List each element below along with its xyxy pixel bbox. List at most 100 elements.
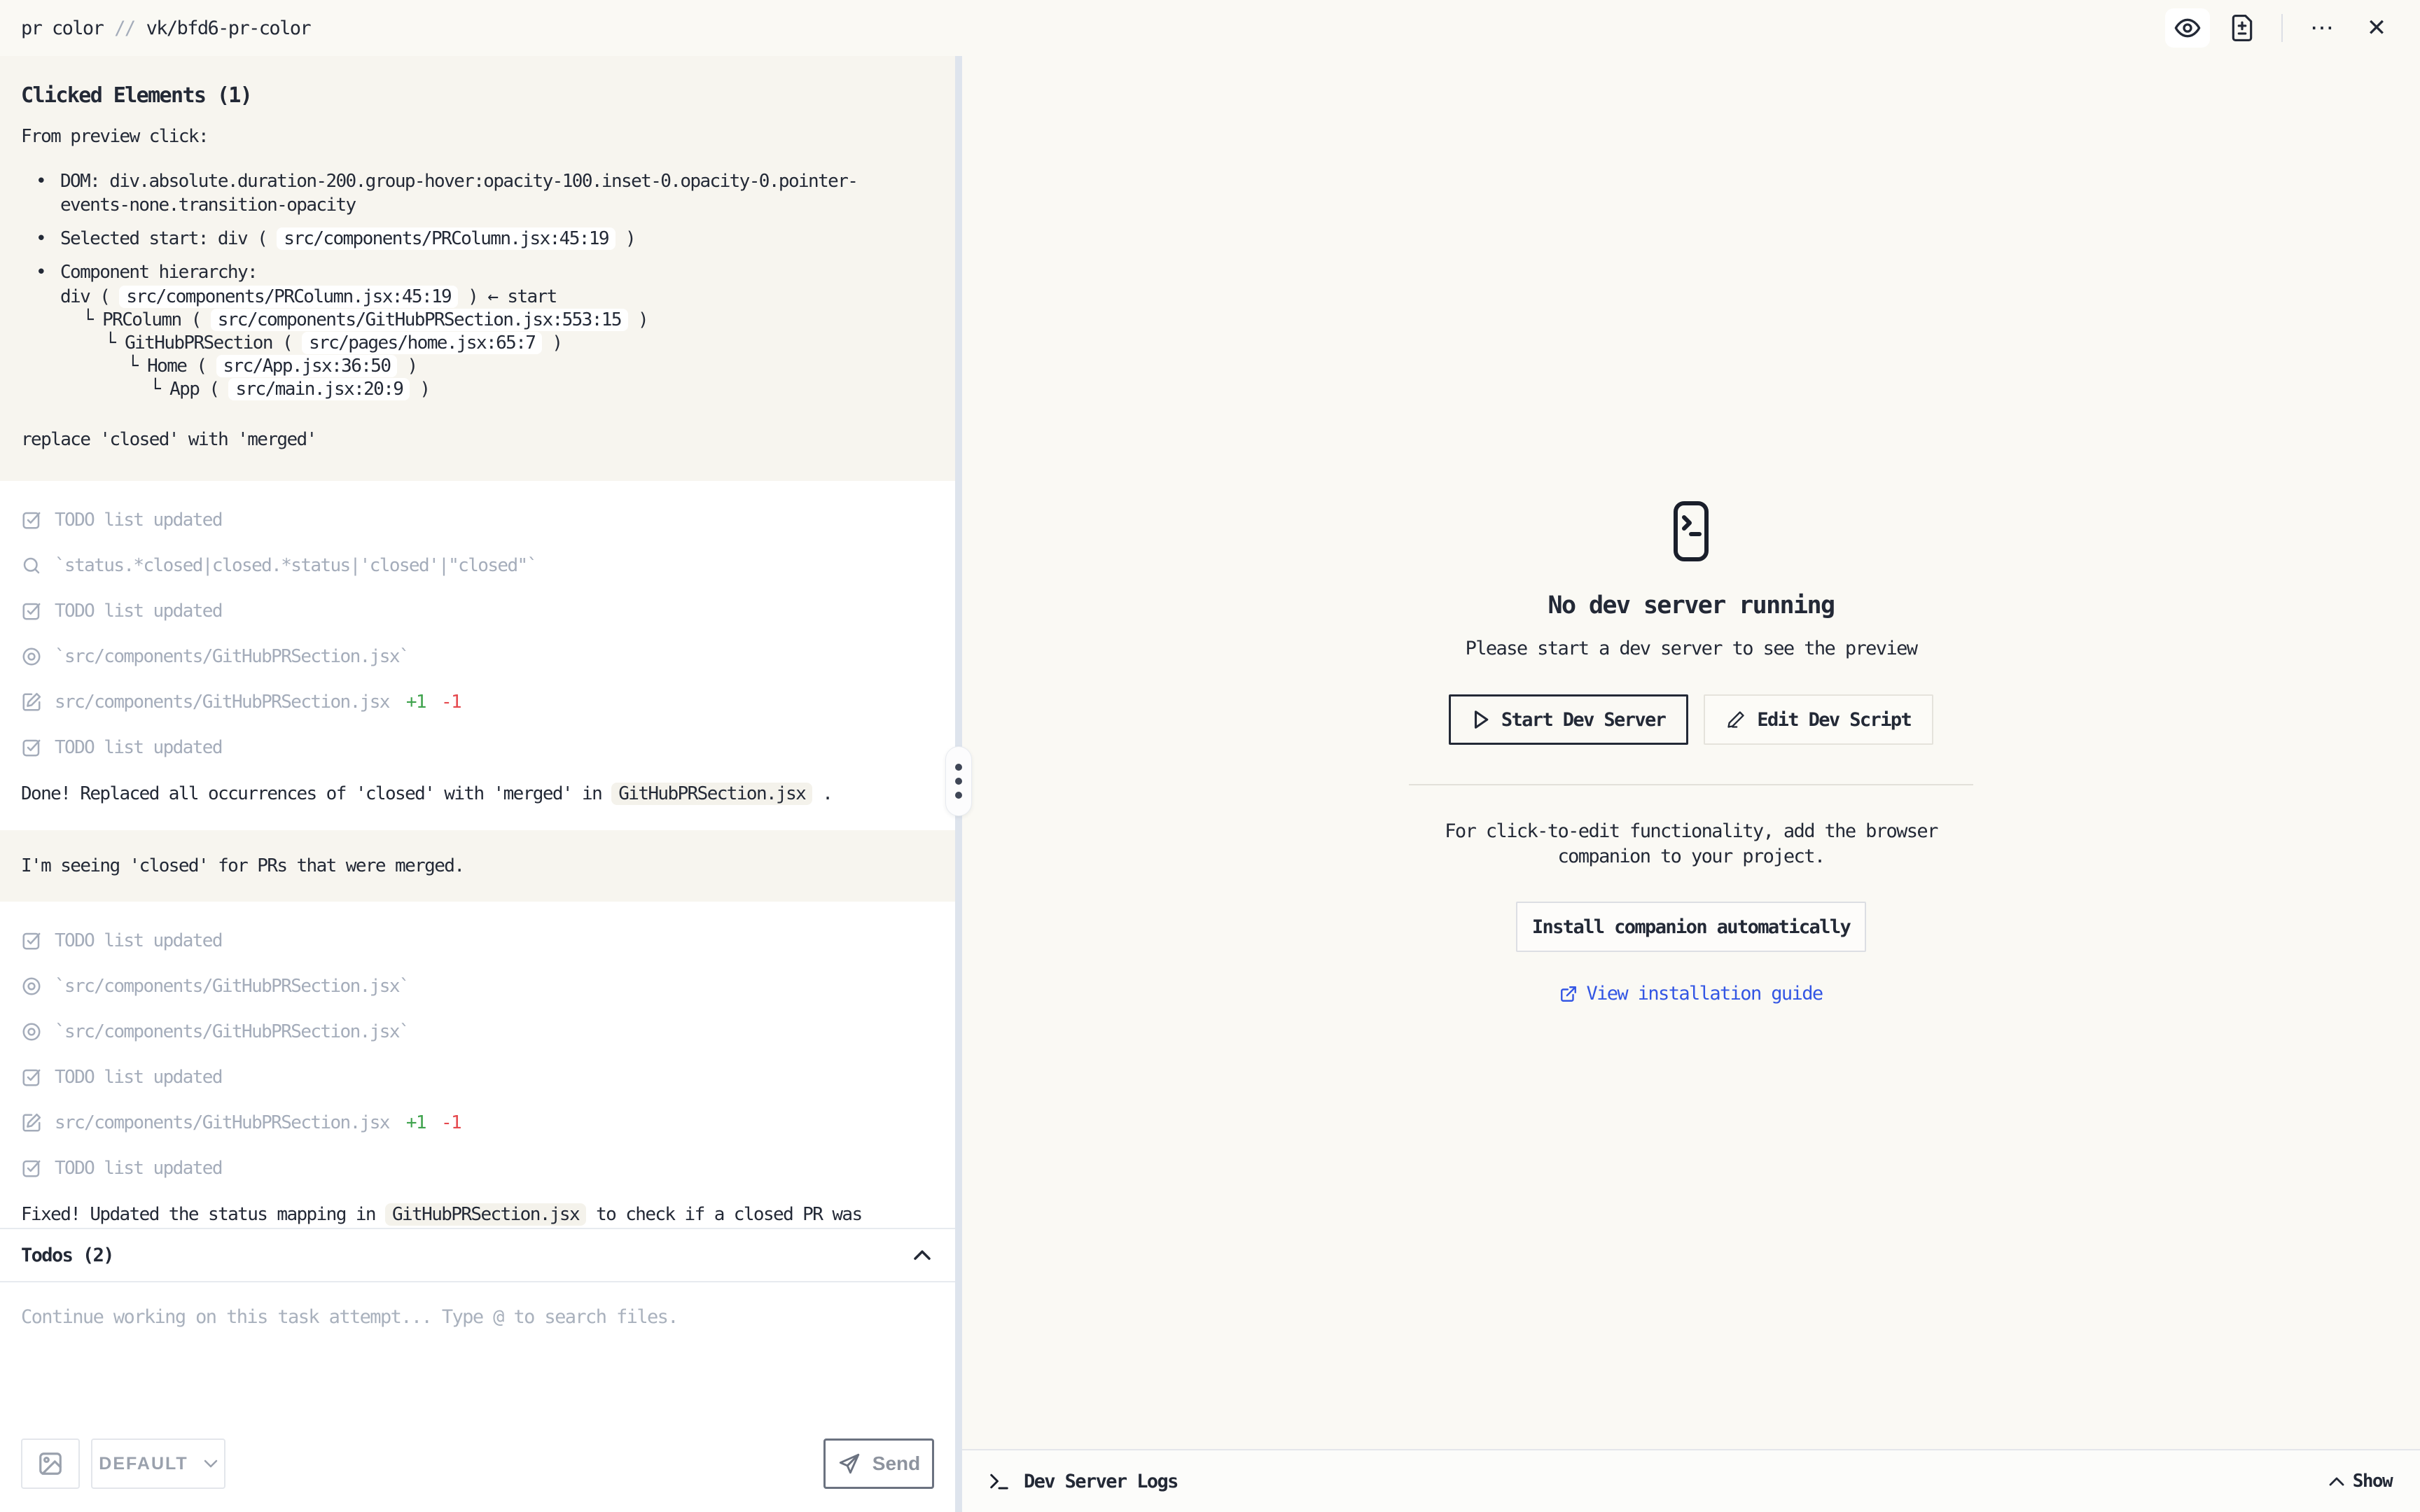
preview-title: No dev server running bbox=[1548, 592, 1836, 620]
logs-bar-title: Dev Server Logs bbox=[989, 1471, 1178, 1492]
attach-image-button[interactable] bbox=[21, 1438, 80, 1489]
tool-row-todo[interactable]: TODO list updated bbox=[21, 736, 934, 759]
tool-row-todo[interactable]: TODO list updated bbox=[21, 930, 934, 952]
tool-row-label: TODO list updated bbox=[55, 930, 223, 951]
message-composer: DEFAULT Send bbox=[0, 1282, 955, 1512]
preview-actions: Start Dev Server Edit Dev Script bbox=[1448, 694, 1934, 745]
file-path-chip[interactable]: src/pages/home.jsx:65:7 bbox=[302, 332, 543, 354]
logs-show-toggle[interactable]: Show bbox=[2329, 1471, 2393, 1492]
tool-row-label: src/components/GitHubPRSection.jsx bbox=[55, 692, 390, 713]
edit-icon bbox=[22, 692, 41, 711]
tool-row-read-file[interactable]: `src/components/GitHubPRSection.jsx` bbox=[21, 645, 934, 668]
tool-row-read-file[interactable]: `src/components/GitHubPRSection.jsx` bbox=[21, 975, 934, 997]
edit-icon bbox=[22, 1113, 41, 1132]
hierarchy-block: Component hierarchy: div ( src/component… bbox=[60, 260, 934, 401]
eye-icon bbox=[22, 648, 41, 666]
eye-icon bbox=[22, 1023, 41, 1041]
send-label: Send bbox=[872, 1452, 921, 1474]
task-title: pr color bbox=[21, 17, 104, 39]
file-chip[interactable]: GitHubPRSection.jsx bbox=[384, 1203, 586, 1226]
preview-toggle-button[interactable] bbox=[2165, 8, 2210, 48]
installation-guide-link[interactable]: View installation guide bbox=[1559, 983, 1823, 1004]
title-bar: pr color // vk/bfd6-pr-color ⋯ ✕ bbox=[0, 0, 2420, 56]
more-menu-button[interactable]: ⋯ bbox=[2300, 8, 2344, 48]
tool-row-todo[interactable]: TODO list updated bbox=[21, 1066, 934, 1088]
diff-view-button[interactable] bbox=[2220, 8, 2265, 48]
todo-icon bbox=[22, 739, 41, 757]
tool-row-label: TODO list updated bbox=[55, 510, 223, 531]
bullet-icon: • bbox=[35, 262, 47, 283]
dom-selector-text: DOM: div.absolute.duration-200.group-hov… bbox=[60, 171, 858, 216]
external-link-icon bbox=[1561, 986, 1577, 1002]
component-hierarchy-tree: div ( src/components/PRColumn.jsx:45:19 … bbox=[60, 286, 934, 401]
todo-icon bbox=[22, 1160, 41, 1177]
file-chip[interactable]: GitHubPRSection.jsx bbox=[611, 783, 813, 805]
chevron-up-icon bbox=[914, 1250, 931, 1260]
close-icon: ✕ bbox=[2366, 15, 2387, 41]
file-path-chip[interactable]: src/components/PRColumn.jsx:45:19 bbox=[277, 227, 616, 250]
tool-row-label: TODO list updated bbox=[55, 737, 223, 758]
bullet-icon: • bbox=[35, 228, 47, 249]
file-path-chip[interactable]: src/App.jsx:36:50 bbox=[216, 355, 398, 377]
clicked-elements-intro: From preview click: bbox=[21, 126, 209, 147]
tool-row-todo[interactable]: TODO list updated bbox=[21, 600, 934, 622]
tool-row-read-file[interactable]: `src/components/GitHubPRSection.jsx` bbox=[21, 1021, 934, 1043]
diff-added-count: +1 bbox=[405, 692, 427, 713]
image-icon bbox=[39, 1452, 62, 1475]
bullet-icon: • bbox=[35, 171, 47, 192]
close-button[interactable]: ✕ bbox=[2354, 8, 2399, 48]
dev-server-logs-bar: Dev Server Logs Show bbox=[962, 1449, 2420, 1512]
send-button[interactable]: Send bbox=[823, 1438, 934, 1489]
chat-input[interactable] bbox=[21, 1306, 934, 1438]
file-path-chip[interactable]: src/components/GitHubPRSection.jsx:553:1… bbox=[210, 309, 628, 331]
hierarchy-bullet: • Component hierarchy: div ( src/compone… bbox=[21, 260, 934, 401]
file-path-chip[interactable]: src/components/PRColumn.jsx:45:19 bbox=[119, 286, 459, 308]
tool-row-label: `src/components/GitHubPRSection.jsx` bbox=[55, 1021, 410, 1042]
tool-row-todo[interactable]: TODO list updated bbox=[21, 1157, 934, 1180]
breadcrumb-separator: // bbox=[114, 17, 136, 39]
install-companion-button[interactable]: Install companion automatically bbox=[1516, 902, 1866, 952]
tool-row-edit-file[interactable]: src/components/GitHubPRSection.jsx +1 -1 bbox=[21, 1112, 934, 1134]
assistant-turn-1: TODO list updated `status.*closed|closed… bbox=[0, 481, 955, 830]
model-label: DEFAULT bbox=[99, 1453, 188, 1474]
assistant-message-done: Done! Replaced all occurrences of 'close… bbox=[21, 783, 833, 805]
chat-scroll-area[interactable]: Clicked Elements (1) From preview click:… bbox=[0, 56, 955, 1228]
tool-row-label: `src/components/GitHubPRSection.jsx` bbox=[55, 646, 410, 667]
todos-collapse-bar[interactable]: Todos (2) bbox=[0, 1228, 955, 1282]
selected-start-text: Selected start: div ( src/components/PRC… bbox=[60, 227, 934, 251]
main-split: Clicked Elements (1) From preview click:… bbox=[0, 56, 2420, 1512]
clicked-elements-heading: Clicked Elements (1) bbox=[21, 83, 253, 108]
preview-panel: No dev server running Please start a dev… bbox=[962, 56, 2420, 1512]
start-dev-server-button[interactable]: Start Dev Server bbox=[1448, 694, 1689, 745]
tool-row-label: `src/components/GitHubPRSection.jsx` bbox=[55, 976, 410, 997]
panel-resize-divider[interactable] bbox=[945, 56, 972, 1512]
tree-line: └ Home ( src/App.jsx:36:50 ) bbox=[127, 355, 418, 377]
tool-row-search[interactable]: `status.*closed|closed.*status|'closed'|… bbox=[21, 554, 934, 577]
tool-row-label: src/components/GitHubPRSection.jsx bbox=[55, 1112, 390, 1133]
file-path-chip[interactable]: src/main.jsx:20:9 bbox=[228, 378, 410, 400]
header-divider bbox=[2281, 14, 2283, 42]
assistant-message-fixed: Fixed! Updated the status mapping in Git… bbox=[21, 1203, 863, 1226]
chevron-down-icon bbox=[204, 1460, 217, 1468]
todo-icon bbox=[22, 512, 41, 529]
tool-row-label: TODO list updated bbox=[55, 601, 223, 622]
pencil-icon bbox=[1727, 711, 1744, 728]
terminal-icon bbox=[1674, 501, 1709, 561]
tool-row-todo[interactable]: TODO list updated bbox=[21, 509, 934, 531]
companion-note: For click-to-edit functionality, add the… bbox=[1445, 820, 1938, 867]
user-request-text: replace 'closed' with 'merged' bbox=[21, 429, 317, 450]
app-window: pr color // vk/bfd6-pr-color ⋯ ✕ Clicked… bbox=[0, 0, 2420, 1512]
chat-panel: Clicked Elements (1) From preview click:… bbox=[0, 56, 955, 1512]
diff-added-count: +1 bbox=[405, 1112, 427, 1133]
user-message-text: I'm seeing 'closed' for PRs that were me… bbox=[21, 855, 465, 876]
model-selector[interactable]: DEFAULT bbox=[91, 1438, 225, 1489]
tool-row-edit-file[interactable]: src/components/GitHubPRSection.jsx +1 -1 bbox=[21, 691, 934, 713]
user-message-2: I'm seeing 'closed' for PRs that were me… bbox=[0, 830, 955, 902]
todo-icon bbox=[22, 603, 41, 620]
resize-grip-icon[interactable] bbox=[945, 746, 972, 816]
selected-start-bullet: • Selected start: div ( src/components/P… bbox=[21, 227, 934, 251]
todos-label: Todos (2) bbox=[21, 1244, 115, 1266]
tree-line: div ( src/components/PRColumn.jsx:45:19 … bbox=[60, 286, 557, 308]
tree-line: └ App ( src/main.jsx:20:9 ) bbox=[150, 378, 431, 400]
edit-dev-script-button[interactable]: Edit Dev Script bbox=[1704, 694, 1934, 745]
